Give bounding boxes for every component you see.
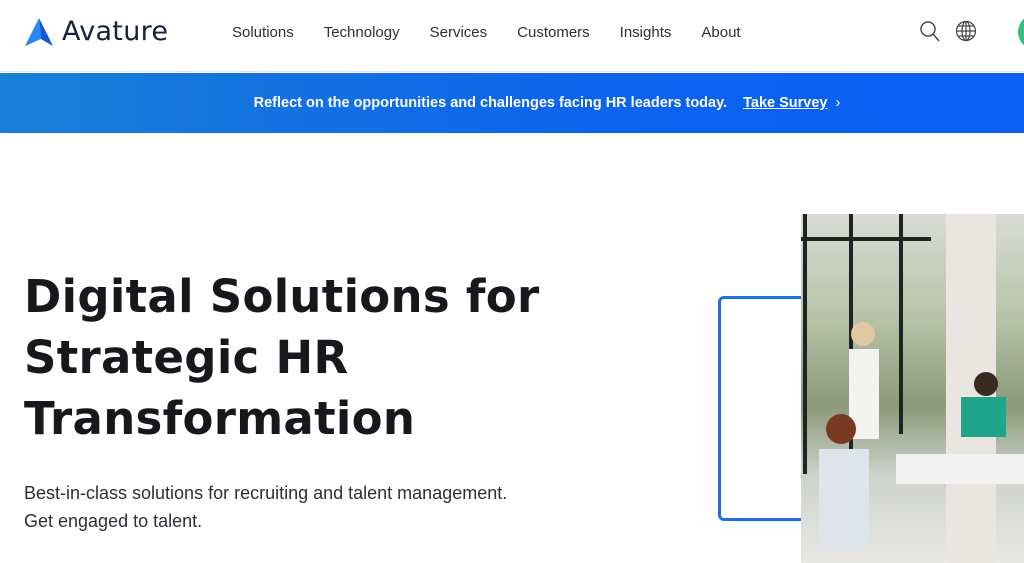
brand-name: Avature (62, 16, 169, 47)
globe-icon[interactable] (955, 20, 977, 42)
hero-subtitle: Best-in-class solutions for recruiting a… (24, 479, 624, 535)
nav-about[interactable]: About (701, 24, 740, 41)
user-avatar[interactable] (1018, 14, 1024, 50)
hero-photo (801, 214, 1024, 563)
hero-title-line: Strategic HR (24, 331, 349, 384)
survey-banner: Reflect on the opportunities and challen… (0, 73, 1024, 133)
avature-logo-icon (25, 17, 53, 46)
hero-title-line: Transformation (24, 392, 416, 445)
site-header: Avature Solutions Technology Services Cu… (0, 0, 1024, 72)
hero-title-line: Digital Solutions for (24, 270, 540, 323)
take-survey-link[interactable]: Take Survey (743, 95, 827, 111)
nav-solutions[interactable]: Solutions (232, 24, 294, 41)
banner-text: Reflect on the opportunities and challen… (253, 95, 728, 111)
meeting-photo-illustration (801, 214, 1024, 563)
nav-customers[interactable]: Customers (517, 24, 590, 41)
search-icon[interactable] (919, 20, 941, 44)
main-nav: Solutions Technology Services Customers … (232, 24, 741, 41)
hero-subtitle-line: Get engaged to talent. (24, 511, 203, 531)
nav-services[interactable]: Services (430, 24, 488, 41)
hero-subtitle-line: Best-in-class solutions for recruiting a… (24, 483, 508, 503)
chevron-right-icon: › (835, 95, 841, 111)
avature-logo[interactable]: Avature (24, 16, 168, 47)
nav-insights[interactable]: Insights (620, 24, 672, 41)
nav-technology[interactable]: Technology (324, 24, 400, 41)
hero-title: Digital Solutions for Strategic HR Trans… (24, 266, 664, 449)
